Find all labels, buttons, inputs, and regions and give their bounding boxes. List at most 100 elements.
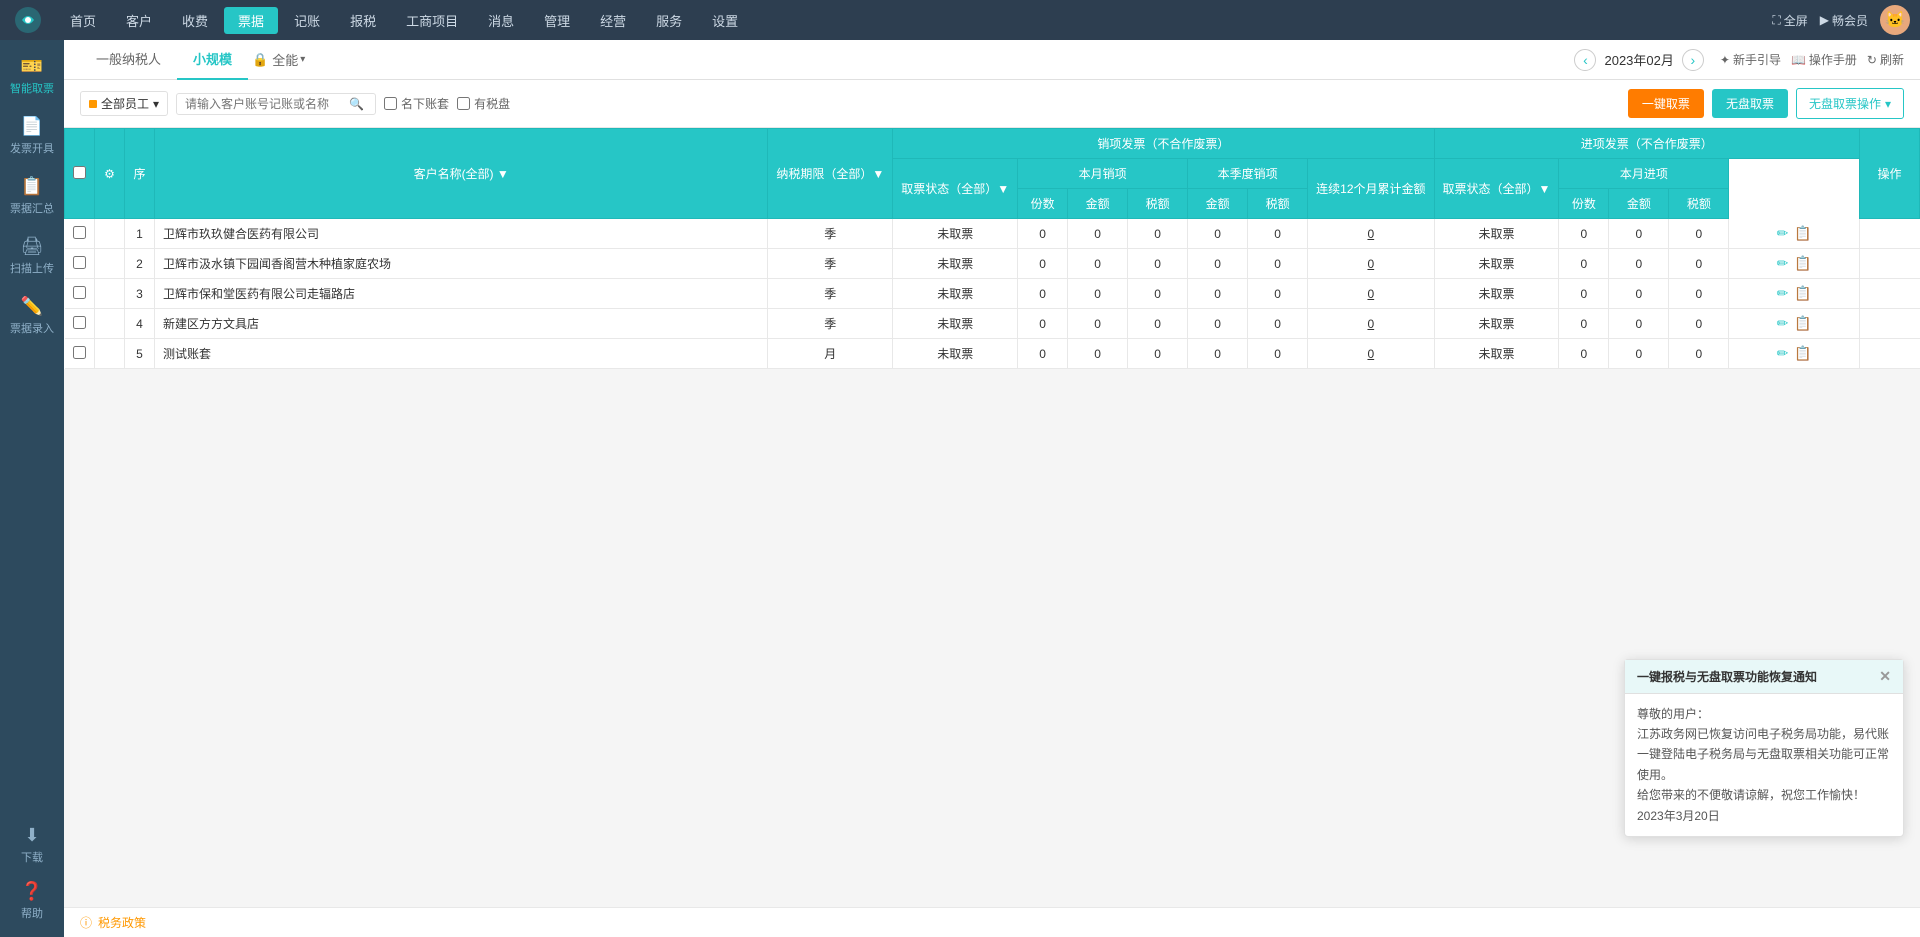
sidebar-item-invoice-summary[interactable]: 📋 票据汇总 — [3, 168, 61, 224]
user-avatar[interactable]: 🐱 — [1880, 5, 1910, 35]
filter-has-disk[interactable]: 有税盘 — [457, 95, 510, 112]
sidebar-item-help[interactable]: ❓ 帮助 — [3, 873, 61, 929]
edit-icon[interactable]: ✏ — [1777, 345, 1789, 362]
th-purchase-month-count: 份数 — [1559, 189, 1609, 219]
table-row: 5 测试账套 月 未取票 0 0 0 0 0 0 未取票 0 0 0 ✏ 📋 — [65, 339, 1920, 369]
row-checkbox[interactable] — [65, 309, 95, 339]
download-icon: ⬇ — [24, 825, 39, 846]
checkbox-has-disk[interactable] — [457, 97, 470, 110]
search-icon[interactable]: 🔍 — [349, 97, 364, 111]
th-purchase-month-tax: 税额 — [1669, 189, 1729, 219]
sidebar-item-scan-upload[interactable]: 🖨 扫描上传 — [3, 228, 61, 284]
row-checkbox[interactable] — [65, 249, 95, 279]
row-actions: ✏ 📋 — [1729, 219, 1860, 249]
edit-icon[interactable]: ✏ — [1777, 315, 1789, 332]
notification-popup: 一键报税与无盘取票功能恢复通知 ✕ 尊敬的用户：江苏政务网已恢复访问电子税务局功… — [1624, 659, 1904, 837]
new-guide-btn[interactable]: ✦ 新手引导 — [1720, 51, 1781, 68]
nav-home[interactable]: 首页 — [56, 7, 110, 34]
row-sales-12month[interactable]: 0 — [1308, 309, 1434, 339]
nav-business[interactable]: 工商项目 — [392, 7, 472, 34]
vip-btn[interactable]: ▶ 畅会员 — [1820, 12, 1868, 29]
no-disk-op-label: 无盘取票操作 — [1809, 95, 1881, 112]
nav-operation[interactable]: 经营 — [586, 7, 640, 34]
view-icon[interactable]: 📋 — [1794, 255, 1811, 272]
tab-small-scale[interactable]: 小规模 — [177, 40, 248, 80]
row-sales-quarter-amount: 0 — [1188, 339, 1248, 369]
row-tax-period: 季 — [768, 219, 893, 249]
row-checkbox[interactable] — [65, 279, 95, 309]
nav-invoice[interactable]: 票据 — [224, 7, 278, 34]
view-icon[interactable]: 📋 — [1794, 345, 1811, 362]
row-sales-month-amount: 0 — [1068, 249, 1128, 279]
th-tax-period: 纳税期限（全部）▼ — [768, 129, 893, 219]
row-sales-month-count: 0 — [1018, 279, 1068, 309]
nav-settings[interactable]: 设置 — [698, 7, 752, 34]
row-customer-name: 新建区方方文具店 — [155, 309, 768, 339]
row-tax-period: 月 — [768, 339, 893, 369]
view-icon[interactable]: 📋 — [1794, 315, 1811, 332]
row-sales-status: 未取票 — [893, 279, 1018, 309]
sidebar-item-label: 票据汇总 — [10, 200, 54, 216]
edit-icon[interactable]: ✏ — [1777, 285, 1789, 302]
row-purchase-month-count: 0 — [1559, 219, 1609, 249]
th-purchase-month-group: 本月进项 — [1559, 159, 1729, 189]
filter-under-name[interactable]: 名下账套 — [384, 95, 449, 112]
row-sales-quarter-tax: 0 — [1248, 339, 1308, 369]
sub-tabs-actions: ✦ 新手引导 📖 操作手册 ↻ 刷新 — [1720, 51, 1904, 68]
next-month-button[interactable]: › — [1682, 49, 1704, 71]
row-sales-12month[interactable]: 0 — [1308, 339, 1434, 369]
nav-bookkeeping[interactable]: 记账 — [280, 7, 334, 34]
manual-btn[interactable]: 📖 操作手册 — [1791, 51, 1857, 68]
row-actions: ✏ 📋 — [1729, 249, 1860, 279]
nav-manage[interactable]: 管理 — [530, 7, 584, 34]
row-checkbox[interactable] — [65, 219, 95, 249]
nav-customer[interactable]: 客户 — [112, 7, 166, 34]
th-sales-quarter-group: 本季度销项 — [1188, 159, 1308, 189]
edit-icon[interactable]: ✏ — [1777, 255, 1789, 272]
tab-general-taxpayer[interactable]: 一般纳税人 — [80, 40, 177, 80]
nav-message[interactable]: 消息 — [474, 7, 528, 34]
nav-service[interactable]: 服务 — [642, 7, 696, 34]
sidebar-item-label: 票据录入 — [10, 320, 54, 336]
th-sales-12month: 连续12个月累计金额 — [1308, 159, 1434, 219]
view-icon[interactable]: 📋 — [1794, 285, 1811, 302]
row-sales-12month[interactable]: 0 — [1308, 219, 1434, 249]
nav-fee[interactable]: 收费 — [168, 7, 222, 34]
nav-tax[interactable]: 报税 — [336, 7, 390, 34]
fullscreen-btn[interactable]: ⛶ 全屏 — [1772, 12, 1807, 29]
row-sales-month-tax: 0 — [1128, 219, 1188, 249]
row-sales-12month[interactable]: 0 — [1308, 249, 1434, 279]
row-checkbox[interactable] — [65, 339, 95, 369]
row-sales-month-tax: 0 — [1128, 339, 1188, 369]
help-icon: ❓ — [21, 881, 43, 902]
search-input[interactable] — [185, 97, 345, 111]
one-click-ticket-btn[interactable]: 一键取票 — [1628, 89, 1704, 118]
no-disk-op-btn[interactable]: 无盘取票操作 ▾ — [1796, 88, 1904, 119]
row-purchase-month-count: 0 — [1559, 309, 1609, 339]
prev-month-button[interactable]: ‹ — [1574, 49, 1596, 71]
th-sales-month-amount: 金额 — [1068, 189, 1128, 219]
row-sales-quarter-tax: 0 — [1248, 309, 1308, 339]
row-index: 3 — [125, 279, 155, 309]
th-purchase-status: 取票状态（全部）▼ — [1434, 159, 1559, 219]
tab-all-capable[interactable]: 🔒 全能 ▾ — [248, 50, 313, 69]
row-sales-status: 未取票 — [893, 219, 1018, 249]
notification-close-btn[interactable]: ✕ — [1879, 668, 1891, 685]
sidebar-item-invoice-entry[interactable]: ✏️ 票据录入 — [3, 288, 61, 344]
edit-icon[interactable]: ✏ — [1777, 225, 1789, 242]
sidebar-item-smart-ticket[interactable]: 🎫 智能取票 — [3, 48, 61, 104]
sidebar-item-invoice-open[interactable]: 📄 发票开具 — [3, 108, 61, 164]
row-sales-month-amount: 0 — [1068, 309, 1128, 339]
footer-label[interactable]: 税务政策 — [98, 914, 146, 931]
sidebar-item-download[interactable]: ⬇ 下载 — [3, 817, 61, 873]
row-sales-12month[interactable]: 0 — [1308, 279, 1434, 309]
checkbox-under-name[interactable] — [384, 97, 397, 110]
th-operations: 操作 — [1860, 129, 1920, 219]
row-sales-quarter-tax: 0 — [1248, 279, 1308, 309]
select-all-checkbox[interactable] — [73, 166, 86, 179]
refresh-btn[interactable]: ↻ 刷新 — [1867, 51, 1904, 68]
employee-filter[interactable]: 全部员工 ▾ — [80, 91, 168, 116]
sidebar-item-label: 智能取票 — [10, 80, 54, 96]
view-icon[interactable]: 📋 — [1794, 225, 1811, 242]
no-disk-ticket-btn[interactable]: 无盘取票 — [1712, 89, 1788, 118]
